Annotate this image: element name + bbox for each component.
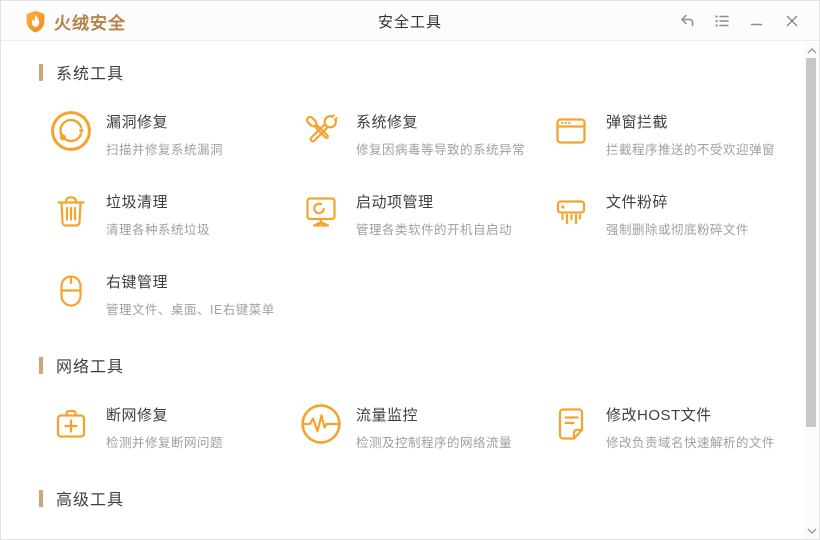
section-title: 网络工具 bbox=[56, 359, 125, 376]
tool-text: 文件粉碎强制删除或彻底粉碎文件 bbox=[606, 189, 749, 238]
tool-title: 系统修复 bbox=[356, 114, 419, 131]
tool-text: 修改HOST文件修改负责域名快速解析的文件 bbox=[606, 402, 775, 451]
tool-grid: 火绒剑 专杀工具 bbox=[49, 535, 804, 539]
section-header: 网络工具 bbox=[39, 354, 804, 376]
tool-desc: 修改负责域名快速解析的文件 bbox=[606, 436, 776, 450]
tool-title: 右键管理 bbox=[106, 274, 169, 291]
tool-item-huorong-sword[interactable]: 火绒剑 bbox=[49, 535, 299, 539]
close-button[interactable] bbox=[779, 8, 805, 34]
tool-desc: 强制删除或彻底粉碎文件 bbox=[606, 223, 750, 237]
tool-text: 右键管理管理文件、桌面、IE右键菜单 bbox=[106, 269, 275, 318]
minimize-icon bbox=[750, 23, 763, 26]
back-button[interactable] bbox=[674, 8, 700, 34]
popup-window-icon bbox=[549, 109, 593, 153]
section-header: 系统工具 bbox=[39, 61, 804, 83]
vulnerability-patch-icon bbox=[49, 109, 93, 153]
shield-icon bbox=[49, 535, 93, 539]
tool-text: 专杀工具 bbox=[356, 535, 418, 539]
section-marker-bar bbox=[39, 63, 43, 81]
tool-item-junk-clean[interactable]: 垃圾清理清理各种系统垃圾 bbox=[49, 189, 299, 238]
tool-item-popup-blocker[interactable]: 弹窗拦截拦截程序推送的不受欢迎弹窗 bbox=[549, 109, 799, 158]
tool-item-system-repair[interactable]: 系统修复修复因病毒等导致的系统异常 bbox=[299, 109, 549, 158]
section-title: 系统工具 bbox=[56, 66, 125, 83]
tool-item-modify-host-file[interactable]: 修改HOST文件修改负责域名快速解析的文件 bbox=[549, 402, 799, 451]
tool-title: 弹窗拦截 bbox=[606, 114, 669, 131]
tool-title: 火绒剑 bbox=[106, 537, 153, 539]
tools-panel: 系统工具漏洞修复扫描并修复系统漏洞 系统修复修复因病毒等导致的系统异常 弹窗拦截拦截… bbox=[1, 42, 804, 539]
first-aid-kit-icon bbox=[49, 402, 93, 446]
section-advanced-tools: 高级工具火绒剑 专杀工具 bbox=[39, 487, 804, 539]
tool-desc: 管理文件、桌面、IE右键菜单 bbox=[106, 303, 275, 317]
scrollbar bbox=[804, 42, 819, 539]
trash-icon bbox=[49, 189, 93, 233]
section-title: 高级工具 bbox=[56, 492, 125, 509]
menu-button[interactable] bbox=[709, 8, 735, 34]
tool-title: 修改HOST文件 bbox=[606, 407, 712, 424]
minimize-button[interactable] bbox=[744, 8, 770, 34]
tool-text: 漏洞修复扫描并修复系统漏洞 bbox=[106, 109, 223, 158]
section-header: 高级工具 bbox=[39, 487, 804, 509]
close-icon bbox=[786, 15, 798, 27]
back-arrow-icon bbox=[681, 14, 694, 27]
tool-item-network-repair[interactable]: 断网修复检测并修复断网问题 bbox=[49, 402, 299, 451]
tool-text: 流量监控检测及控制程序的网络流量 bbox=[356, 402, 512, 451]
scroll-up-arrow-icon[interactable] bbox=[804, 43, 819, 58]
scroll-down-arrow-icon[interactable] bbox=[804, 523, 819, 538]
tool-item-traffic-monitor[interactable]: 流量监控检测及控制程序的网络流量 bbox=[299, 402, 549, 451]
app-window: 火绒安全 安全工具 系统工具 漏洞修复 扫描并修复系统漏洞 系统修复 修复因病毒… bbox=[0, 0, 820, 540]
section-marker-bar bbox=[39, 489, 43, 507]
tool-text: 火绒剑 bbox=[106, 535, 153, 539]
tool-item-startup-manager[interactable]: 启动项管理管理各类软件的开机自启动 bbox=[299, 189, 549, 238]
titlebar: 火绒安全 安全工具 bbox=[1, 1, 819, 41]
tool-title: 断网修复 bbox=[106, 407, 169, 424]
tool-item-file-shredder[interactable]: 文件粉碎强制删除或彻底粉碎文件 bbox=[549, 189, 799, 238]
tool-text: 弹窗拦截拦截程序推送的不受欢迎弹窗 bbox=[606, 109, 775, 158]
menu-list-icon bbox=[715, 15, 729, 27]
tool-text: 系统修复修复因病毒等导致的系统异常 bbox=[356, 109, 525, 158]
pulse-circle-icon bbox=[299, 402, 343, 446]
tool-item-special-killer[interactable]: 专杀工具 bbox=[299, 535, 549, 539]
tool-desc: 管理各类软件的开机自启动 bbox=[356, 223, 513, 237]
monitor-power-icon bbox=[299, 189, 343, 233]
tool-title: 文件粉碎 bbox=[606, 194, 669, 211]
window-controls bbox=[674, 1, 805, 41]
tool-text: 启动项管理管理各类软件的开机自启动 bbox=[356, 189, 512, 238]
tool-title: 流量监控 bbox=[356, 407, 419, 424]
shield-target-icon bbox=[299, 535, 343, 539]
tool-desc: 修复因病毒等导致的系统异常 bbox=[356, 143, 526, 157]
tool-title: 垃圾清理 bbox=[106, 194, 169, 211]
tool-desc: 检测及控制程序的网络流量 bbox=[356, 436, 513, 450]
tool-item-vulnerability-fix[interactable]: 漏洞修复扫描并修复系统漏洞 bbox=[49, 109, 299, 158]
tool-grid: 漏洞修复扫描并修复系统漏洞 系统修复修复因病毒等导致的系统异常 弹窗拦截拦截程序推送… bbox=[49, 109, 804, 318]
mouse-icon bbox=[49, 269, 93, 313]
scrollbar-thumb[interactable] bbox=[806, 58, 816, 427]
section-marker-bar bbox=[39, 356, 43, 374]
tool-desc: 拦截程序推送的不受欢迎弹窗 bbox=[606, 143, 776, 157]
section-system-tools: 系统工具漏洞修复扫描并修复系统漏洞 系统修复修复因病毒等导致的系统异常 弹窗拦截拦截… bbox=[39, 61, 804, 318]
section-network-tools: 网络工具断网修复检测并修复断网问题 流量监控检测及控制程序的网络流量 修改HOST文… bbox=[39, 354, 804, 451]
tool-text: 断网修复检测并修复断网问题 bbox=[106, 402, 223, 451]
tool-desc: 清理各种系统垃圾 bbox=[106, 223, 211, 237]
tool-desc: 扫描并修复系统漏洞 bbox=[106, 143, 224, 157]
tool-desc: 检测并修复断网问题 bbox=[106, 436, 224, 450]
shredder-icon bbox=[549, 189, 593, 233]
tool-title: 专杀工具 bbox=[356, 537, 418, 539]
wrench-screwdriver-icon bbox=[299, 109, 343, 153]
tool-item-context-menu-manager[interactable]: 右键管理管理文件、桌面、IE右键菜单 bbox=[49, 269, 299, 318]
tool-title: 启动项管理 bbox=[356, 194, 434, 211]
tool-grid: 断网修复检测并修复断网问题 流量监控检测及控制程序的网络流量 修改HOST文件修改负… bbox=[49, 402, 804, 451]
document-icon bbox=[549, 402, 593, 446]
tool-title: 漏洞修复 bbox=[106, 114, 169, 131]
tool-text: 垃圾清理清理各种系统垃圾 bbox=[106, 189, 210, 238]
